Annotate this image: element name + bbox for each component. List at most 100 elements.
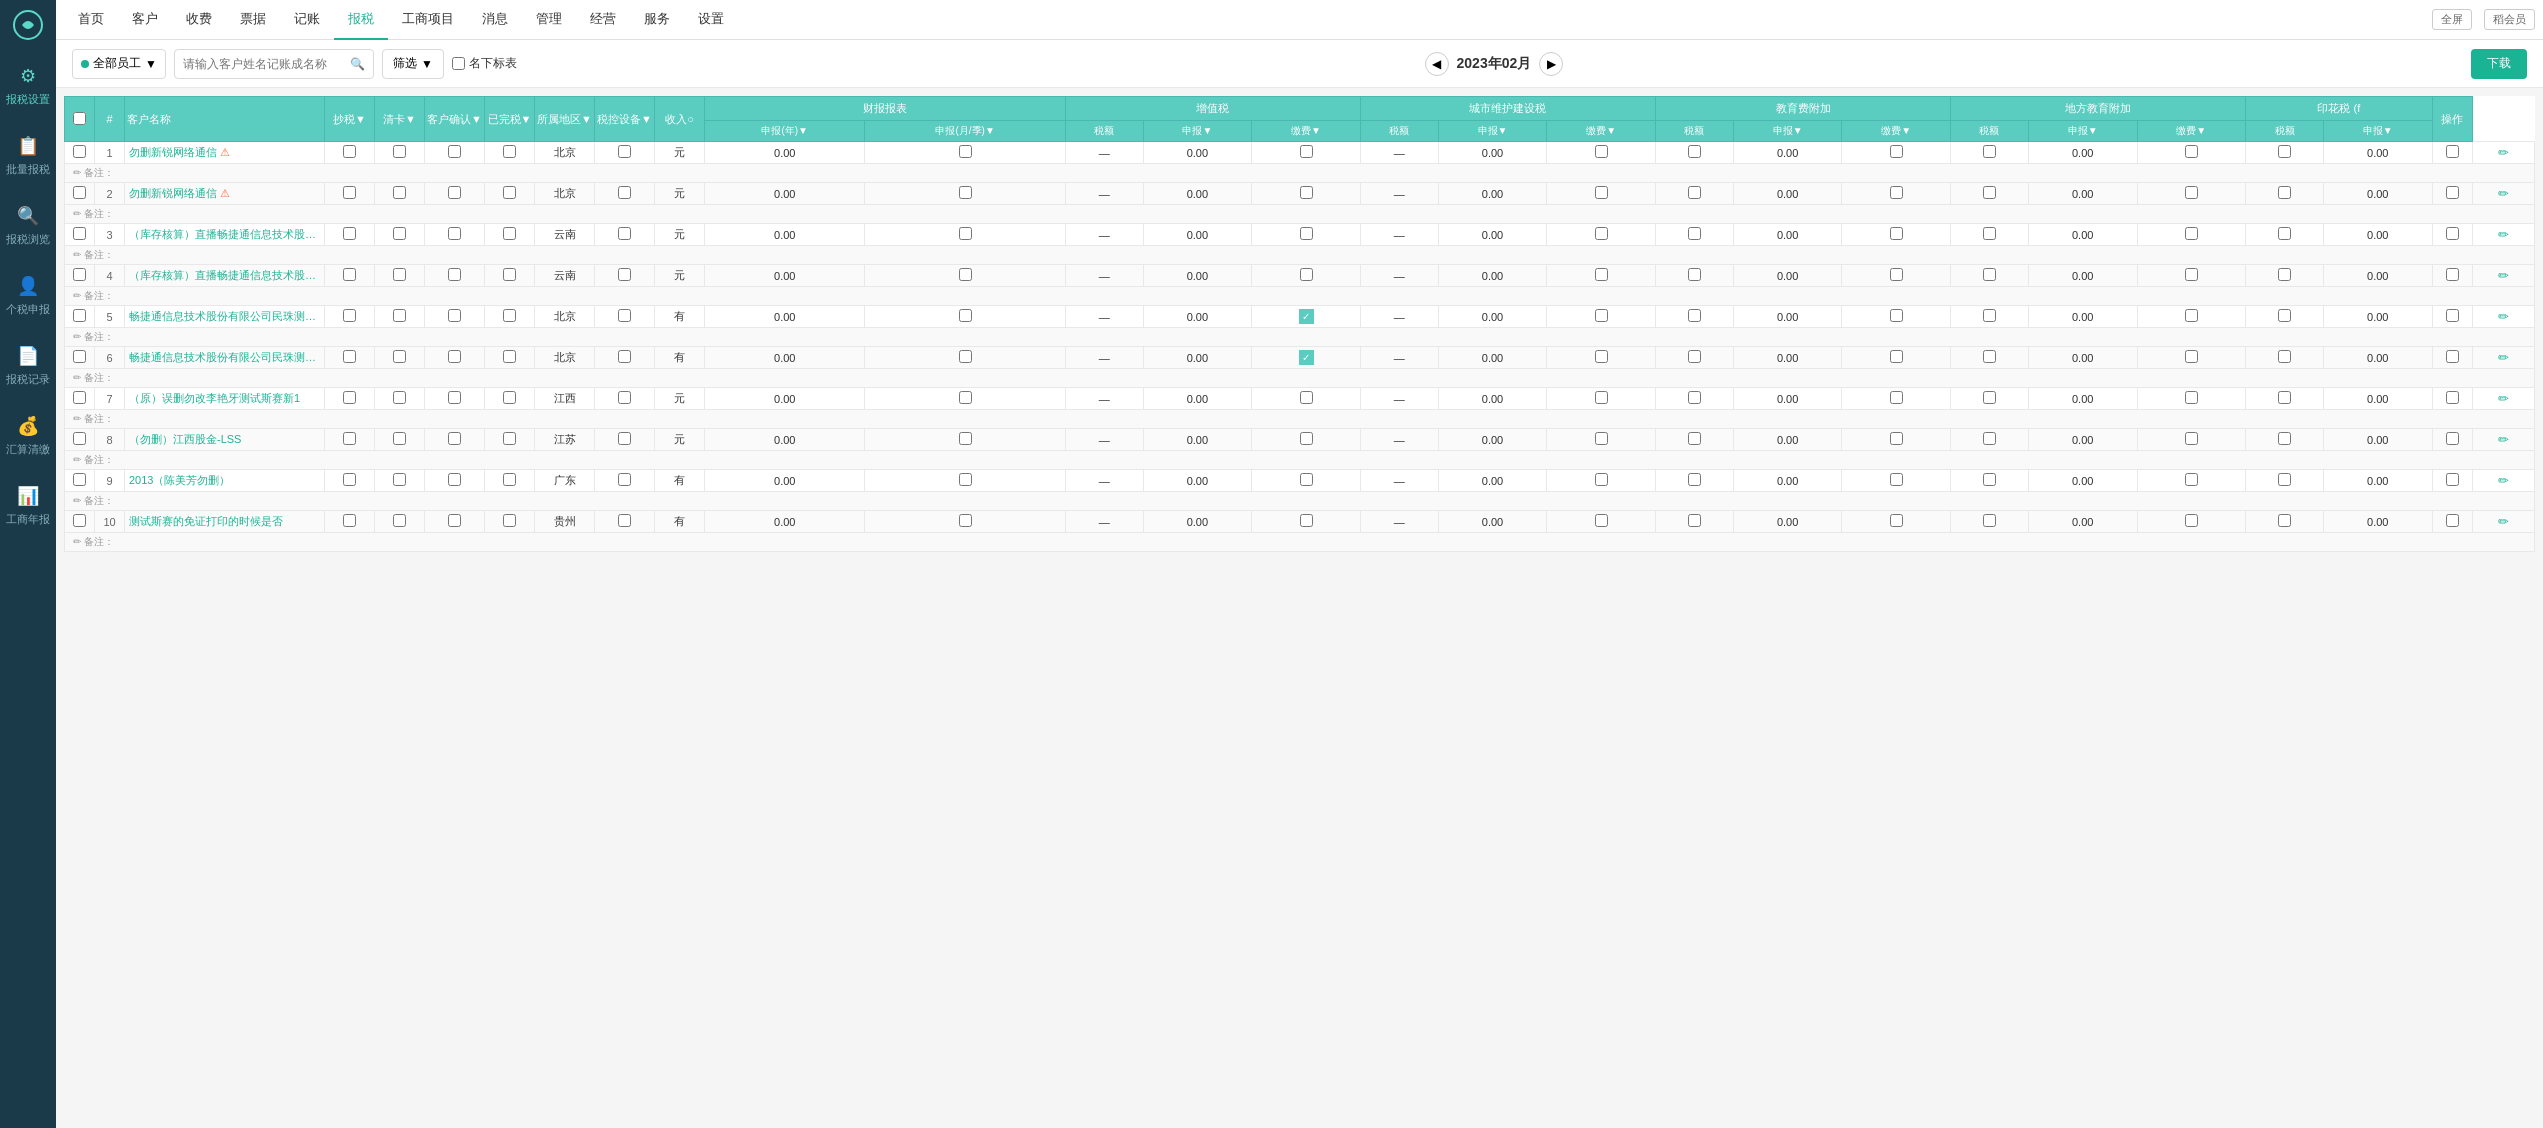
tax-copy-checkbox[interactable] (343, 227, 356, 240)
row-declared[interactable] (485, 429, 535, 451)
tax-copy-checkbox[interactable] (343, 350, 356, 363)
row-tax-equip[interactable] (595, 224, 655, 246)
row-local-declare[interactable] (2137, 347, 2246, 369)
clear-card-checkbox[interactable] (393, 309, 406, 322)
row-stamp-declare[interactable] (2432, 306, 2472, 328)
row-fin-year[interactable] (865, 306, 1065, 328)
row-owner-confirm[interactable] (425, 183, 485, 205)
next-date-button[interactable]: ▶ (1539, 52, 1563, 76)
prev-date-button[interactable]: ◀ (1425, 52, 1449, 76)
row-owner-confirm[interactable] (425, 347, 485, 369)
tax-copy-checkbox[interactable] (343, 514, 356, 527)
row-declared[interactable] (485, 470, 535, 492)
row-city-declare[interactable] (1547, 224, 1656, 246)
tax-equip-checkbox[interactable] (618, 227, 631, 240)
row-city-fee[interactable] (1655, 429, 1733, 451)
fin-year-checkbox[interactable] (959, 227, 972, 240)
row-client-name[interactable]: 勿删新锐网络通信 ⚠ (125, 142, 325, 164)
row-city-fee[interactable] (1655, 183, 1733, 205)
remark-cell[interactable]: ✏ 备注： (65, 164, 2535, 183)
col-tax-equip[interactable]: 税控设备▼ (595, 97, 655, 142)
row-clear-card[interactable] (375, 429, 425, 451)
row-vat-declare[interactable] (1252, 265, 1361, 287)
city-fee-checkbox[interactable] (1688, 186, 1701, 199)
local-fee-checkbox[interactable] (2278, 227, 2291, 240)
local-fee-checkbox[interactable] (2278, 350, 2291, 363)
local-declare-checkbox[interactable] (2185, 350, 2198, 363)
col-owner-confirm[interactable]: 客户确认▼ (425, 97, 485, 142)
stamp-declare-checkbox[interactable] (2446, 227, 2459, 240)
declared-checkbox[interactable] (503, 309, 516, 322)
edu-declare-checkbox[interactable] (1890, 432, 1903, 445)
row-checkbox-cell[interactable] (65, 347, 95, 369)
col-clear-card[interactable]: 清卡▼ (375, 97, 425, 142)
row-clear-card[interactable] (375, 265, 425, 287)
local-declare-checkbox[interactable] (2185, 186, 2198, 199)
city-declare-checkbox[interactable] (1595, 268, 1608, 281)
local-declare-checkbox[interactable] (2185, 432, 2198, 445)
row-edu-fee[interactable] (1951, 388, 2029, 410)
local-declare-checkbox[interactable] (2185, 145, 2198, 158)
local-fee-checkbox[interactable] (2278, 473, 2291, 486)
row-edit-cell[interactable]: ✏ (2472, 470, 2534, 492)
edit-icon[interactable]: ✏ (2498, 432, 2509, 447)
edu-fee-checkbox[interactable] (1983, 227, 1996, 240)
row-city-fee[interactable] (1655, 347, 1733, 369)
vat-declare-checkbox[interactable] (1300, 268, 1313, 281)
row-city-fee[interactable] (1655, 265, 1733, 287)
clear-card-checkbox[interactable] (393, 268, 406, 281)
row-local-fee[interactable] (2246, 183, 2324, 205)
row-clear-card[interactable] (375, 470, 425, 492)
declared-checkbox[interactable] (503, 514, 516, 527)
stamp-declare-checkbox[interactable] (2446, 473, 2459, 486)
row-local-fee[interactable] (2246, 388, 2324, 410)
local-fee-checkbox[interactable] (2278, 186, 2291, 199)
row-vat-declare[interactable]: ✓ (1252, 306, 1361, 328)
nav-settings[interactable]: 设置 (684, 0, 738, 40)
owner-confirm-checkbox[interactable] (448, 473, 461, 486)
row-vat-declare[interactable] (1252, 183, 1361, 205)
fin-year-checkbox[interactable] (959, 145, 972, 158)
subordinate-checkbox-label[interactable]: 名下标表 (452, 55, 517, 72)
row-local-fee[interactable] (2246, 306, 2324, 328)
tax-copy-checkbox[interactable] (343, 186, 356, 199)
row-declared[interactable] (485, 183, 535, 205)
declared-checkbox[interactable] (503, 432, 516, 445)
row-edu-fee[interactable] (1951, 224, 2029, 246)
tax-equip-checkbox[interactable] (618, 268, 631, 281)
local-fee-checkbox[interactable] (2278, 268, 2291, 281)
sidebar-item-tax-records[interactable]: 📄 报税记录 (0, 330, 56, 400)
row-tax-copy[interactable] (325, 265, 375, 287)
row-tax-equip[interactable] (595, 142, 655, 164)
row-declared[interactable] (485, 306, 535, 328)
row-client-name[interactable]: （原）误删勿改李艳牙测试斯赛新1 (125, 388, 325, 410)
clear-card-checkbox[interactable] (393, 145, 406, 158)
clear-card-checkbox[interactable] (393, 186, 406, 199)
fin-year-checkbox[interactable] (959, 432, 972, 445)
row-city-declare[interactable] (1547, 511, 1656, 533)
local-declare-checkbox[interactable] (2185, 391, 2198, 404)
row-edu-declare[interactable] (1842, 347, 1951, 369)
city-fee-checkbox[interactable] (1688, 473, 1701, 486)
stamp-declare-checkbox[interactable] (2446, 350, 2459, 363)
clear-card-checkbox[interactable] (393, 473, 406, 486)
edit-icon[interactable]: ✏ (2498, 227, 2509, 242)
row-clear-card[interactable] (375, 511, 425, 533)
row-edu-fee[interactable] (1951, 183, 2029, 205)
row-checkbox-cell[interactable] (65, 265, 95, 287)
row-edit-cell[interactable]: ✏ (2472, 224, 2534, 246)
nav-home[interactable]: 首页 (64, 0, 118, 40)
row-tax-copy[interactable] (325, 183, 375, 205)
row-local-declare[interactable] (2137, 265, 2246, 287)
row-checkbox-cell[interactable] (65, 429, 95, 451)
row-owner-confirm[interactable] (425, 511, 485, 533)
edit-icon[interactable]: ✏ (2498, 268, 2509, 283)
declared-checkbox[interactable] (503, 391, 516, 404)
owner-confirm-checkbox[interactable] (448, 514, 461, 527)
row-edu-fee[interactable] (1951, 470, 2029, 492)
tax-copy-checkbox[interactable] (343, 268, 356, 281)
city-declare-checkbox[interactable] (1595, 391, 1608, 404)
row-owner-confirm[interactable] (425, 388, 485, 410)
row-city-fee[interactable] (1655, 142, 1733, 164)
sub-edu-declare[interactable]: 申报▼ (1733, 121, 1842, 142)
